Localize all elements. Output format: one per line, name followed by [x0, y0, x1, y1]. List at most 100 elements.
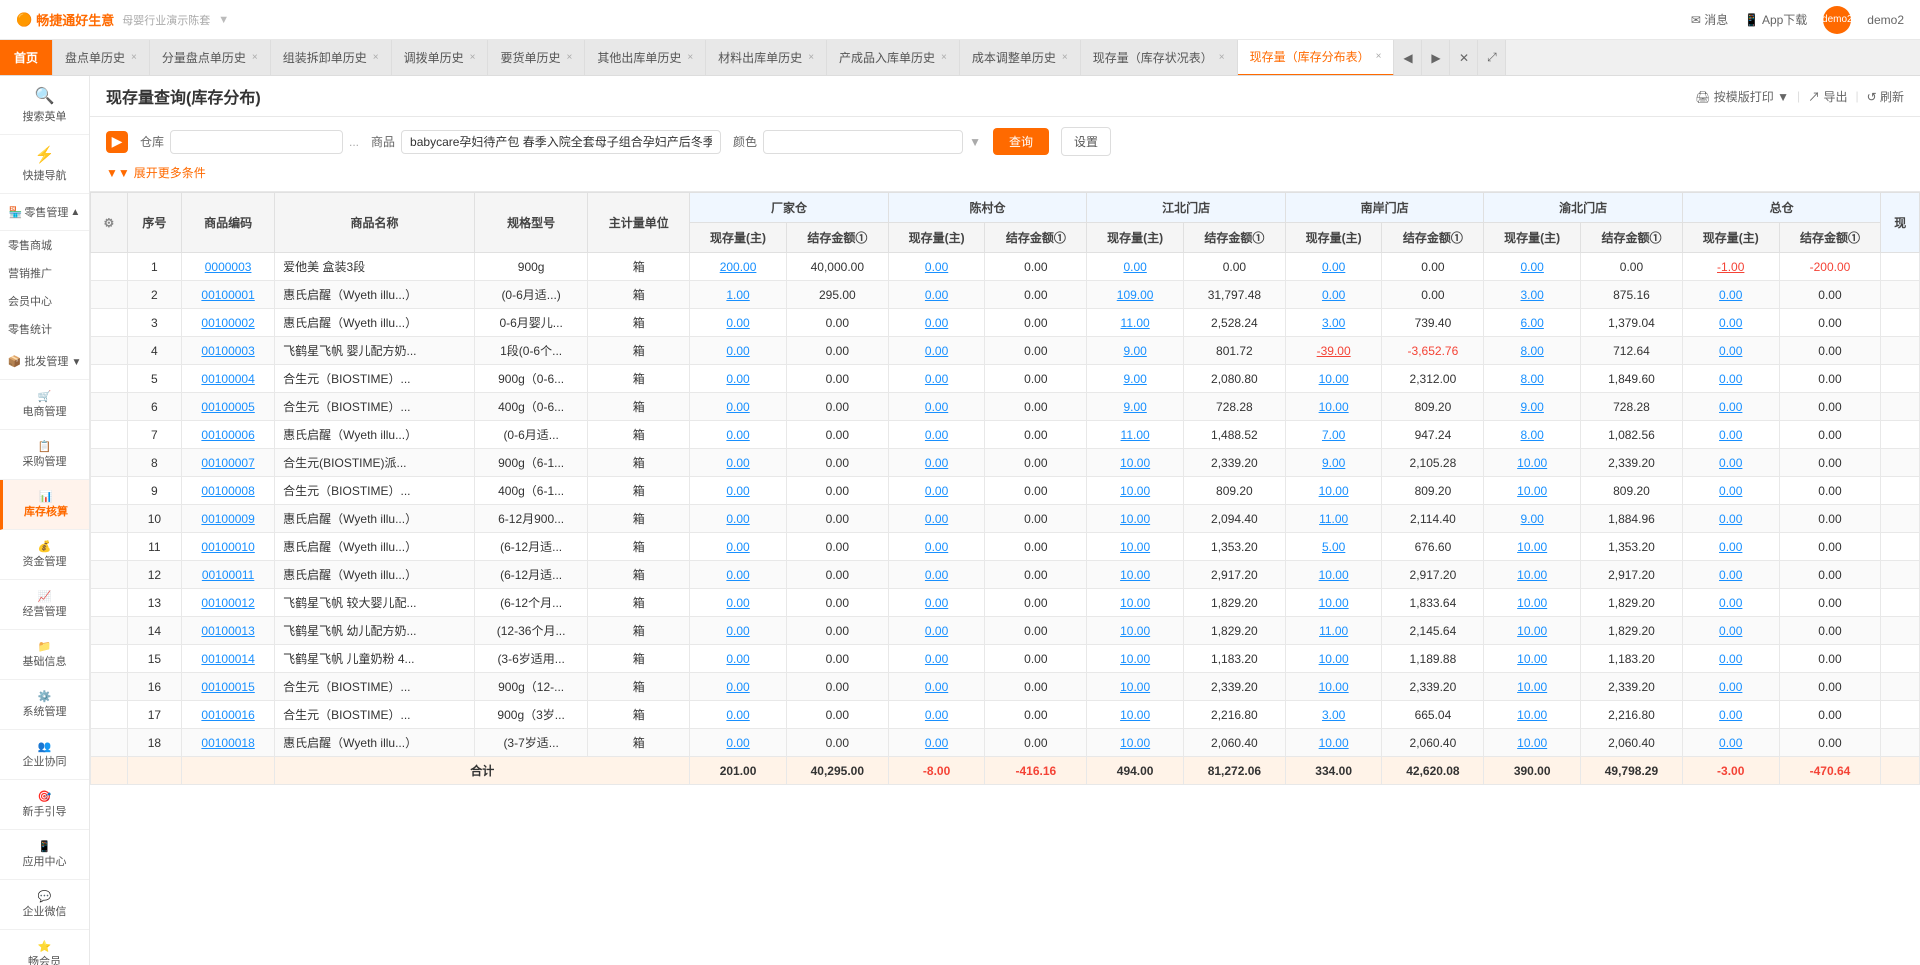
warehouse-ellipsis[interactable]: ...: [349, 135, 359, 149]
sidebar-item-shop[interactable]: 零售商城: [0, 231, 89, 259]
query-btn[interactable]: 查询: [993, 128, 1049, 155]
app-download-btn[interactable]: 📱 App下载: [1744, 11, 1807, 28]
tab-close-chengben[interactable]: ×: [1062, 52, 1068, 63]
summary-row: 合计201.0040,295.00-8.00-416.16494.0081,27…: [91, 757, 1920, 785]
sidebar-item-marketing[interactable]: 营销推广: [0, 259, 89, 287]
tab-close-chengpin[interactable]: ×: [941, 52, 947, 63]
sidebar-item-member[interactable]: 会员中心: [0, 287, 89, 315]
tab-close-zuhe[interactable]: ×: [373, 52, 379, 63]
guide-icon: 🎯: [4, 790, 85, 803]
sidebar-item-system[interactable]: ⚙️ 系统管理: [0, 680, 89, 730]
nav-icon: ⚡: [4, 145, 85, 165]
tab-close-kucun-dist[interactable]: ×: [1376, 51, 1382, 62]
tab-nav-next[interactable]: ▶: [1422, 40, 1450, 76]
tab-nav-close-all[interactable]: ✕: [1450, 40, 1478, 76]
sidebar-item-guide[interactable]: 🎯 新手引导: [0, 780, 89, 830]
tab-home[interactable]: 首页: [0, 40, 53, 76]
col-group-zc: 总仓: [1682, 193, 1881, 223]
warehouse-input[interactable]: [170, 130, 343, 154]
table-row: 600100005合生元（BIOSTIME）...400g（0-6...箱0.0…: [91, 393, 1920, 421]
tab-close-pandian[interactable]: ×: [131, 52, 137, 63]
tab-pandian[interactable]: 盘点单历史 ×: [53, 40, 150, 76]
tab-close-fenpan[interactable]: ×: [252, 52, 258, 63]
tab-kucun-dist[interactable]: 现存量（库存分布表） ×: [1238, 40, 1395, 76]
sidebar-item-retail-stat[interactable]: 零售统计: [0, 315, 89, 343]
sidebar-item-search[interactable]: 🔍 搜索英单: [0, 76, 89, 135]
sidebar-item-wholesale[interactable]: 📦 批发管理 ▼: [0, 343, 89, 380]
top-bar-right: ✉ 消息 📱 App下载 demo2 demo2: [1691, 6, 1904, 34]
col-cc-qty: 现存量(主): [888, 223, 985, 253]
tab-diaob[interactable]: 调拨单历史 ×: [392, 40, 489, 76]
tab-nav-expand[interactable]: ⤢: [1478, 40, 1506, 76]
settings-icon[interactable]: ⚙: [103, 216, 114, 230]
color-input[interactable]: [763, 130, 963, 154]
tab-cailiao[interactable]: 材料出库单历史 ×: [706, 40, 827, 76]
sidebar-item-wechat[interactable]: 💬 企业微信: [0, 880, 89, 930]
tab-zuhe[interactable]: 组装拆卸单历史 ×: [271, 40, 392, 76]
sidebar-item-operations[interactable]: 📈 经营管理: [0, 580, 89, 630]
col-spec: 规格型号: [474, 193, 587, 253]
tab-kucun-status[interactable]: 现存量（库存状况表） ×: [1081, 40, 1238, 76]
content-area: 现存量查询(库存分布) 🖨 按模版打印 ▼ | ↗ 导出 | ↺ 刷新: [90, 76, 1920, 965]
user-avatar[interactable]: demo2: [1823, 6, 1851, 34]
tab-chengben[interactable]: 成本调整单历史 ×: [960, 40, 1081, 76]
table-row: 300100002惠氏启醒（Wyeth illu...）0-6月婴儿...箱0.…: [91, 309, 1920, 337]
retail-arrow: ▲: [70, 207, 80, 218]
home-tab-label: 首页: [14, 49, 38, 66]
col-settings[interactable]: ⚙: [91, 193, 128, 253]
expand-icon: ▼▼: [106, 166, 130, 180]
col-xian: 现: [1881, 193, 1920, 253]
col-cy-qty: 现存量(主): [690, 223, 787, 253]
table-row: 1100100010惠氏启醒（Wyeth illu...）(6-12月适...箱…: [91, 533, 1920, 561]
goods-input[interactable]: [401, 130, 721, 154]
sidebar-item-basic[interactable]: 📁 基础信息: [0, 630, 89, 680]
sidebar-item-apps[interactable]: 📱 应用中心: [0, 830, 89, 880]
table-row: 700100006惠氏启醒（Wyeth illu...）(0-6月适...箱0.…: [91, 421, 1920, 449]
table-row: 400100003飞鹤星飞帆 婴儿配方奶...1段(0-6个...箱0.000.…: [91, 337, 1920, 365]
tab-yaohuo[interactable]: 要货单历史 ×: [488, 40, 585, 76]
changhui-icon: ⭐: [4, 940, 85, 953]
print-btn[interactable]: 🖨 按模版打印 ▼: [1695, 88, 1789, 105]
tab-close-cailiao[interactable]: ×: [808, 52, 814, 63]
filter-toggle-btn[interactable]: ▶: [106, 131, 128, 153]
page-actions: 🖨 按模版打印 ▼ | ↗ 导出 | ↺ 刷新: [1695, 88, 1904, 105]
tab-close-yaohuo[interactable]: ×: [566, 52, 572, 63]
sidebar-item-changhui[interactable]: ⭐ 畅会员: [0, 930, 89, 965]
table-row: 1200100011惠氏启醒（Wyeth illu...）(6-12月适...箱…: [91, 561, 1920, 589]
dropdown-icon[interactable]: ▼: [218, 14, 229, 26]
expand-btn[interactable]: ▼▼ 展开更多条件: [106, 164, 1904, 181]
subtitle: 母婴行业演示陈套: [122, 12, 210, 28]
sidebar-item-finance[interactable]: 💰 资金管理: [0, 530, 89, 580]
warehouse-label: 仓库: [140, 133, 164, 150]
tab-close-kucun-status[interactable]: ×: [1219, 52, 1225, 63]
sidebar-item-ecom[interactable]: 🛒 电商管理: [0, 380, 89, 430]
sidebar-item-collab[interactable]: 👥 企业协同: [0, 730, 89, 780]
tab-close-qita[interactable]: ×: [687, 52, 693, 63]
goods-label: 商品: [371, 133, 395, 150]
sidebar-item-retail[interactable]: 🏪 零售管理 ▲: [0, 194, 89, 231]
settings-btn[interactable]: 设置: [1061, 127, 1111, 156]
basic-icon: 📁: [4, 640, 85, 653]
collab-icon: 👥: [4, 740, 85, 753]
refresh-btn[interactable]: ↺ 刷新: [1867, 88, 1904, 105]
col-group-yb: 渝北门店: [1484, 193, 1683, 223]
purchase-icon: 📋: [4, 440, 85, 453]
table-row: 900100008合生元（BIOSTIME）...400g（6-1...箱0.0…: [91, 477, 1920, 505]
tab-fenpan[interactable]: 分量盘点单历史 ×: [150, 40, 271, 76]
page-header: 现存量查询(库存分布) 🖨 按模版打印 ▼ | ↗ 导出 | ↺ 刷新: [90, 76, 1920, 117]
sidebar-item-inventory[interactable]: 📊 库存核算: [0, 480, 89, 530]
sidebar-item-nav[interactable]: ⚡ 快捷导航: [0, 135, 89, 194]
tab-close-diaob[interactable]: ×: [470, 52, 476, 63]
table-row: 500100004合生元（BIOSTIME）...900g（0-6...箱0.0…: [91, 365, 1920, 393]
export-btn[interactable]: ↗ 导出: [1808, 88, 1847, 105]
col-na-qty: 现存量(主): [1285, 223, 1382, 253]
table-wrap[interactable]: ⚙ 序号 商品编码 商品名称 规格型号 主计量单位 厂家仓 陈村仓 江北门店 南…: [90, 192, 1920, 965]
tab-chengpin[interactable]: 产成品入库单历史 ×: [827, 40, 960, 76]
color-dropdown-icon[interactable]: ▼: [969, 135, 981, 149]
message-btn[interactable]: ✉ 消息: [1691, 11, 1728, 28]
warehouse-filter: 仓库 ...: [140, 130, 359, 154]
print-icon: 🖨: [1695, 90, 1710, 104]
sidebar-item-purchase[interactable]: 📋 采购管理: [0, 430, 89, 480]
tab-qita[interactable]: 其他出库单历史 ×: [585, 40, 706, 76]
tab-nav-prev[interactable]: ◀: [1394, 40, 1422, 76]
